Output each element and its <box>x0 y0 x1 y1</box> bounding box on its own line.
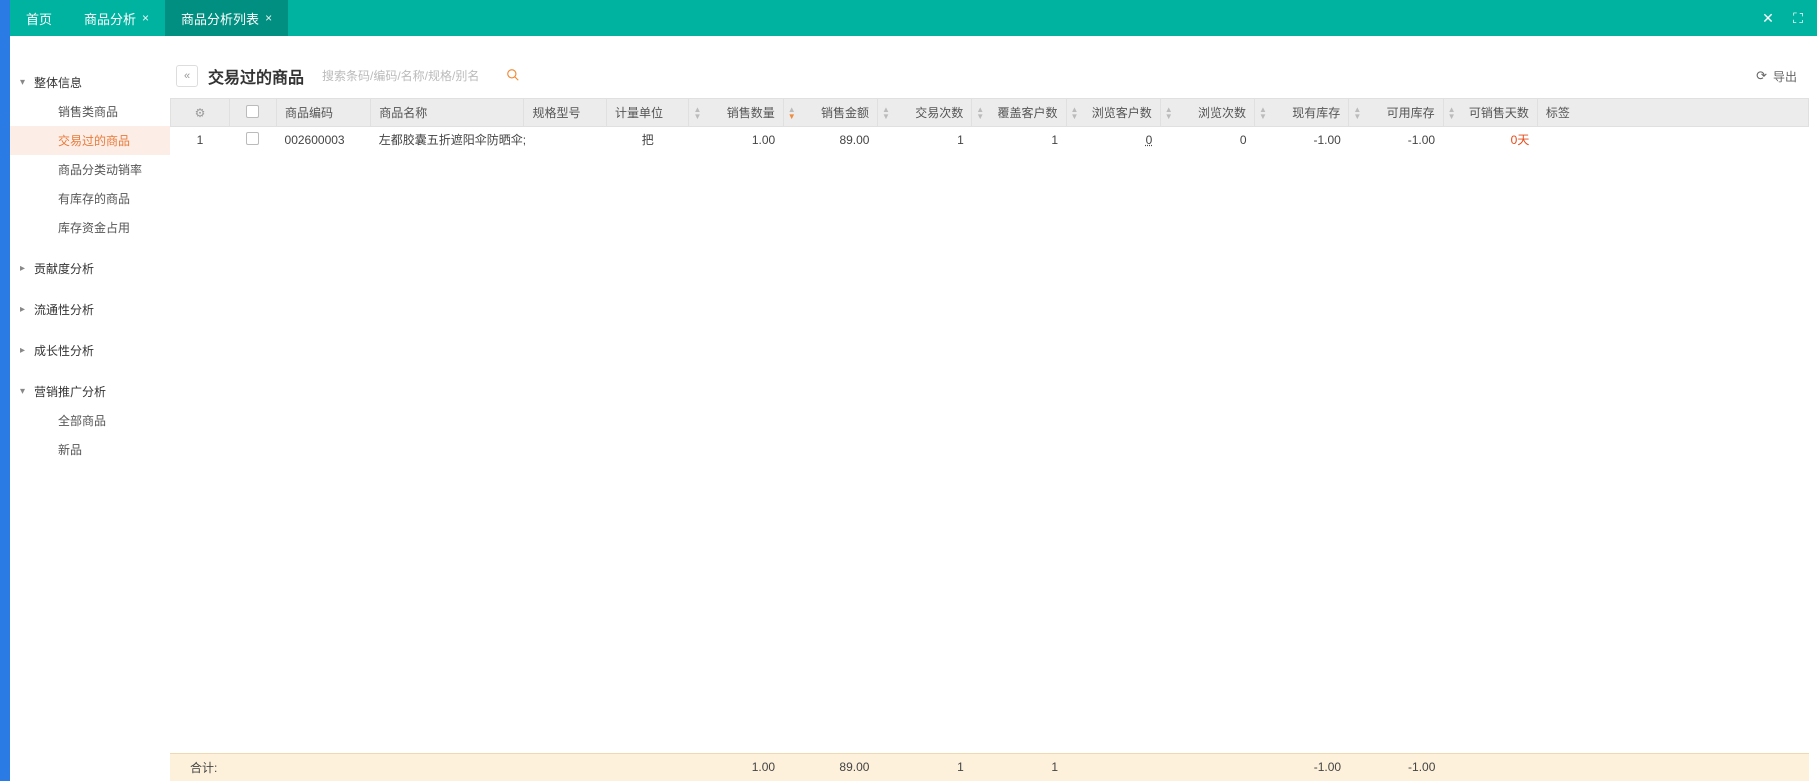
sidebar-group-label: 流通性分析 <box>34 301 94 318</box>
search-icon[interactable] <box>506 68 520 85</box>
chevron-down-icon: ▾ <box>20 77 25 88</box>
collapse-sidebar-button[interactable]: « <box>176 65 198 87</box>
main-content: « 交易过的商品 ⟳ 导出 <box>170 56 1817 781</box>
tab-label: 商品分析列表 <box>181 9 259 28</box>
col-product-name[interactable]: 商品名称 <box>371 99 524 127</box>
export-button[interactable]: ⟳ 导出 <box>1756 68 1809 85</box>
cell-sale-amt: 89.00 <box>783 127 877 153</box>
gear-icon[interactable]: ⚙ <box>179 106 221 120</box>
footer-sale-qty: 1.00 <box>689 753 783 781</box>
sort-icon: ▲▼ <box>693 106 701 120</box>
sort-icon: ▲▼ <box>1448 106 1456 120</box>
cell-sale-qty: 1.00 <box>689 127 783 153</box>
sort-icon: ▲▼ <box>1071 106 1079 120</box>
col-sale-days[interactable]: ▲▼可销售天数 <box>1443 99 1537 127</box>
fullscreen-icon[interactable]: ⛶ <box>1787 7 1809 29</box>
sidebar-item-new-products[interactable]: 新品 <box>10 435 170 464</box>
left-strip <box>0 0 10 781</box>
footer-label: 合计: <box>170 753 276 781</box>
footer-trade-cnt: 1 <box>877 753 971 781</box>
cell-spec <box>524 127 606 153</box>
cell-view-cust[interactable]: 0 <box>1146 133 1153 147</box>
footer-table: 合计: 1.00 89.00 1 1 -1.00 -1.00 <box>170 753 1809 781</box>
close-icon[interactable]: × <box>142 11 149 25</box>
sidebar-group-liquidity[interactable]: ▸ 流通性分析 <box>10 295 170 324</box>
chevron-right-icon: ▸ <box>20 263 25 274</box>
sort-icon: ▲▼ <box>882 106 890 120</box>
col-product-code[interactable]: 商品编码 <box>277 99 371 127</box>
sidebar-item-stock-funds[interactable]: 库存资金占用 <box>10 213 170 242</box>
footer-sale-amt: 89.00 <box>783 753 877 781</box>
footer-cover-cust: 1 <box>972 753 1066 781</box>
footer-stock-cur: -1.00 <box>1255 753 1349 781</box>
tab-product-analysis[interactable]: 商品分析 × <box>68 0 165 36</box>
col-spec[interactable]: 规格型号 <box>524 99 606 127</box>
sidebar-item-all-products[interactable]: 全部商品 <box>10 406 170 435</box>
sidebar-group-label: 整体信息 <box>34 74 82 91</box>
close-all-icon[interactable]: ✕ <box>1757 7 1779 29</box>
col-sale-qty[interactable]: ▲▼销售数量 <box>689 99 783 127</box>
page-title: 交易过的商品 <box>208 64 304 88</box>
col-view-cnt[interactable]: ▲▼浏览次数 <box>1160 99 1254 127</box>
sort-icon: ▲▼ <box>788 106 796 120</box>
export-label: 导出 <box>1773 68 1797 85</box>
tab-bar: 首页 商品分析 × 商品分析列表 × ✕ ⛶ <box>10 0 1817 36</box>
cell-sale-days: 0天 <box>1443 127 1537 153</box>
sidebar-group-growth[interactable]: ▸ 成长性分析 <box>10 336 170 365</box>
close-icon[interactable]: × <box>265 11 272 25</box>
cell-stock-avail: -1.00 <box>1349 127 1443 153</box>
sidebar-group-overview[interactable]: ▾ 整体信息 <box>10 68 170 97</box>
tab-label: 首页 <box>26 9 52 28</box>
sidebar-group-label: 贡献度分析 <box>34 260 94 277</box>
sidebar: ▾ 整体信息 销售类商品 交易过的商品 商品分类动销率 有库存的商品 库存资金占… <box>10 56 170 781</box>
sidebar-group-contribution[interactable]: ▸ 贡献度分析 <box>10 254 170 283</box>
cell-tag <box>1537 127 1808 153</box>
tab-label: 商品分析 <box>84 9 136 28</box>
chevron-down-icon: ▾ <box>20 386 25 397</box>
cell-view-cnt: 0 <box>1160 127 1254 153</box>
cell-index: 1 <box>171 127 230 153</box>
col-stock-avail[interactable]: ▲▼可用库存 <box>1349 99 1443 127</box>
sidebar-item-traded-products[interactable]: 交易过的商品 <box>10 126 170 155</box>
col-view-cust[interactable]: ▲▼浏览客户数 <box>1066 99 1160 127</box>
col-cover-cust[interactable]: ▲▼覆盖客户数 <box>972 99 1066 127</box>
search-input[interactable] <box>320 65 500 87</box>
cell-trade-cnt: 1 <box>877 127 971 153</box>
sidebar-group-label: 成长性分析 <box>34 342 94 359</box>
chevron-right-icon: ▸ <box>20 304 25 315</box>
cell-stock-cur: -1.00 <box>1255 127 1349 153</box>
sidebar-group-marketing[interactable]: ▾ 营销推广分析 <box>10 377 170 406</box>
col-sale-amt[interactable]: ▲▼销售金额 <box>783 99 877 127</box>
sort-icon: ▲▼ <box>976 106 984 120</box>
footer-row: 合计: 1.00 89.00 1 1 -1.00 -1.00 <box>170 753 1809 781</box>
col-trade-cnt[interactable]: ▲▼交易次数 <box>877 99 971 127</box>
table-row[interactable]: 1 002600003 左都胶囊五折遮阳伞防晒伞; 把 1.00 89.00 1… <box>171 127 1809 153</box>
select-all-checkbox[interactable] <box>246 105 259 118</box>
sidebar-item-stocked-products[interactable]: 有库存的商品 <box>10 184 170 213</box>
col-unit[interactable]: 计量单位 <box>606 99 688 127</box>
cell-code: 002600003 <box>277 127 371 153</box>
sort-icon: ▲▼ <box>1259 106 1267 120</box>
col-stock-cur[interactable]: ▲▼现有库存 <box>1255 99 1349 127</box>
chevron-right-icon: ▸ <box>20 345 25 356</box>
data-table: ⚙ 商品编码 商品名称 规格型号 计量单位 ▲▼销售数量 ▲▼销售金额 ▲▼交易… <box>170 98 1809 153</box>
sidebar-item-sales-products[interactable]: 销售类商品 <box>10 97 170 126</box>
cell-cover-cust: 1 <box>972 127 1066 153</box>
sort-icon: ▲▼ <box>1165 106 1173 120</box>
cell-name: 左都胶囊五折遮阳伞防晒伞; <box>371 127 524 153</box>
tab-product-analysis-list[interactable]: 商品分析列表 × <box>165 0 288 36</box>
sidebar-group-label: 营销推广分析 <box>34 383 106 400</box>
sort-icon: ▲▼ <box>1353 106 1361 120</box>
cell-unit: 把 <box>606 127 688 153</box>
footer-stock-avail: -1.00 <box>1349 753 1443 781</box>
tab-home[interactable]: 首页 <box>10 0 68 36</box>
export-icon: ⟳ <box>1756 68 1767 84</box>
row-checkbox[interactable] <box>246 132 259 145</box>
col-tag[interactable]: 标签 <box>1537 99 1808 127</box>
sidebar-item-category-rate[interactable]: 商品分类动销率 <box>10 155 170 184</box>
